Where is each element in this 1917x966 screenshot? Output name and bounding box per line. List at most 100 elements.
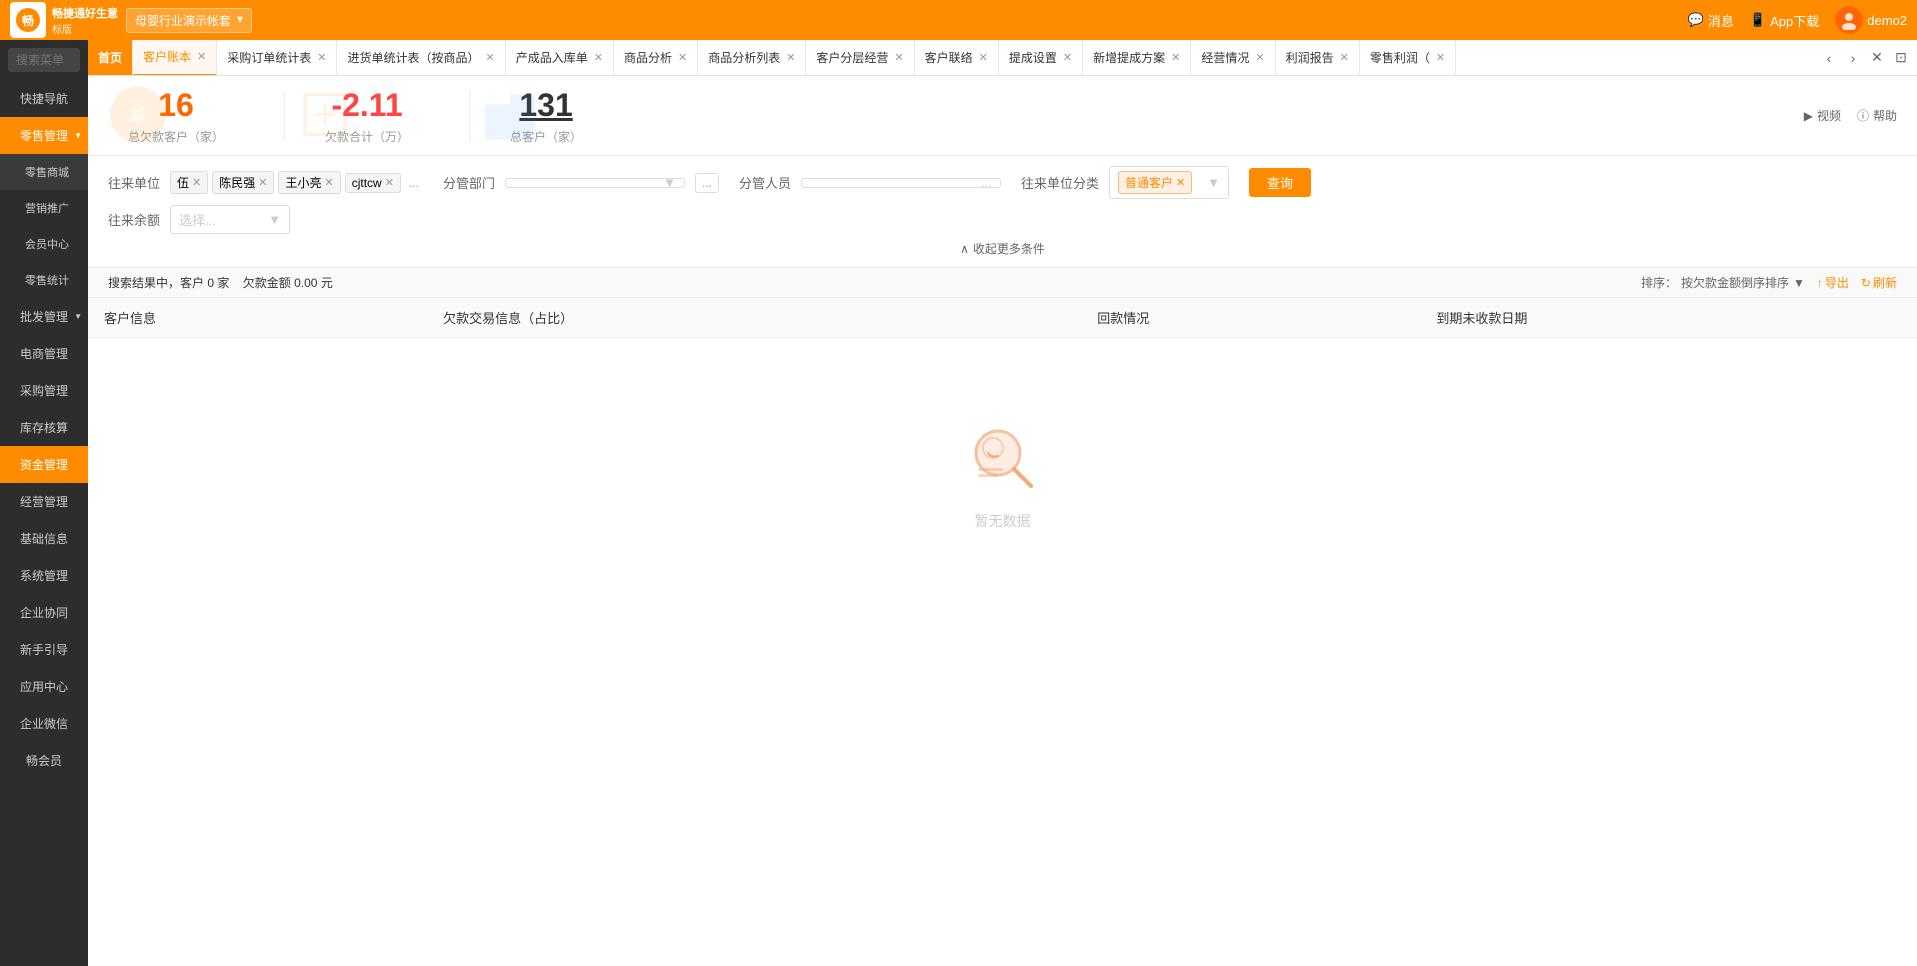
col-customer-info: 客户信息 (88, 298, 427, 338)
tab-expand[interactable]: ⊡ (1891, 48, 1911, 68)
tab-close-product-inbound[interactable]: ✕ (594, 51, 603, 64)
search-input[interactable] (8, 48, 80, 72)
logo-text: 畅捷通好生意 标版 (52, 5, 118, 36)
tab-operations[interactable]: 经营情况 ✕ (1191, 40, 1275, 76)
sidebar-item-inventory[interactable]: 库存核算 (0, 409, 88, 446)
person-input[interactable]: ... (801, 178, 1001, 188)
tab-customer-account[interactable]: 客户账本 ✕ (133, 40, 217, 76)
empty-state: 暂无数据 (88, 338, 1917, 611)
dept-more-btn[interactable]: ... (695, 173, 719, 193)
sidebar-item-marketing[interactable]: 营销推广 (0, 190, 88, 226)
sidebar-item-basic-info[interactable]: 基础信息 (0, 520, 88, 557)
sidebar-item-quick-nav[interactable]: 快捷导航 (0, 80, 88, 117)
remove-tag-chen[interactable]: ✕ (258, 176, 267, 189)
balance-input[interactable]: 选择... ▼ (170, 205, 290, 234)
tab-close-reminder-settings[interactable]: ✕ (1063, 51, 1072, 64)
tab-close-product-analysis-list[interactable]: ✕ (786, 51, 795, 64)
tab-inbound-stats[interactable]: 进货单统计表（按商品） ✕ (337, 40, 505, 76)
col-overdue-date: 到期未收款日期 (1420, 298, 1917, 338)
messages-btn[interactable]: 💬 消息 (1688, 11, 1734, 30)
sidebar-item-enterprise[interactable]: 企业协同 (0, 594, 88, 631)
tab-new-success[interactable]: 新增提成方案 ✕ (1083, 40, 1191, 76)
dept-input[interactable]: ▼ (505, 178, 685, 188)
tab-product-analysis[interactable]: 商品分析 ✕ (614, 40, 698, 76)
tab-close-purchase-order[interactable]: ✕ (317, 51, 326, 64)
sidebar-item-retail[interactable]: 零售管理 (0, 117, 88, 154)
sidebar-item-operations[interactable]: 经营管理 (0, 483, 88, 520)
sidebar-item-vip[interactable]: 畅会员 (0, 742, 88, 779)
sidebar: 快捷导航 零售管理 零售商城 营销推广 会员中心 零售统计 批发管理 电商管理 (0, 40, 88, 966)
search-result-bar: 搜索结果中，客户 0 家 欠款金额 0.00 元 排序： 按欠款金额倒序排序 ▼ (88, 268, 1917, 298)
table-area: 客户信息 欠款交易信息（占比） 回款情况 到期未收款日期 (88, 298, 1917, 966)
unit-label: 往来单位 (108, 173, 160, 192)
user-menu[interactable]: demo2 (1835, 6, 1907, 34)
stats-right: ▶ 视频 ⓘ 帮助 (1804, 107, 1897, 124)
tab-controls: ‹ › ✕ ⊡ (1813, 48, 1917, 68)
export-btn[interactable]: ↑ 导出 (1817, 274, 1849, 291)
tab-purchase-order[interactable]: 采购订单统计表 ✕ (217, 40, 337, 76)
tab-customer-tier[interactable]: 客户分层经营 ✕ (806, 40, 914, 76)
tab-profit-report[interactable]: 利润报告 ✕ (1276, 40, 1360, 76)
remove-category-tag[interactable]: ✕ (1176, 176, 1185, 189)
demo-selector[interactable]: 母婴行业演示帐套 ▼ (126, 8, 252, 33)
tab-close-customer-tier[interactable]: ✕ (894, 51, 903, 64)
filter-tag-cjttcw: cjttcw ✕ (345, 173, 401, 193)
tab-close-product-analysis[interactable]: ✕ (678, 51, 687, 64)
sidebar-item-retail-mall[interactable]: 零售商城 (0, 154, 88, 190)
tab-close-new-success[interactable]: ✕ (1171, 51, 1180, 64)
sidebar-item-new-guide[interactable]: 新手引导 (0, 631, 88, 668)
empty-text: 暂无数据 (975, 511, 1031, 531)
filter-tags: 伍 ✕ 陈民强 ✕ 王小亮 ✕ cjttcw ✕ (170, 171, 423, 194)
tab-close-customer-account[interactable]: ✕ (197, 50, 206, 63)
help-btn[interactable]: ⓘ 帮助 (1857, 107, 1897, 124)
sidebar-item-ecommerce[interactable]: 电商管理 (0, 335, 88, 372)
tab-customer-contact[interactable]: 客户联络 ✕ (915, 40, 999, 76)
logo: 畅 畅捷通好生意 标版 (10, 2, 118, 38)
video-btn[interactable]: ▶ 视频 (1804, 107, 1841, 124)
search-result-info: 搜索结果中，客户 0 家 欠款金额 0.00 元 (108, 274, 333, 291)
remove-tag-wang[interactable]: ✕ (325, 176, 334, 189)
tab-close-retail-profit[interactable]: ✕ (1436, 51, 1445, 64)
remove-tag-cjttcw[interactable]: ✕ (385, 176, 394, 189)
tab-close-operations[interactable]: ✕ (1255, 51, 1264, 64)
tab-reminder-settings[interactable]: 提成设置 ✕ (999, 40, 1083, 76)
collapse-btn[interactable]: ∧ 收起更多条件 (960, 240, 1045, 257)
query-button[interactable]: 查询 (1249, 168, 1311, 197)
export-icon: ↑ (1817, 276, 1823, 290)
balance-label: 往来余额 (108, 210, 160, 229)
refresh-btn[interactable]: ↻ 刷新 (1861, 274, 1897, 291)
sidebar-item-wechat[interactable]: 企业微信 (0, 705, 88, 742)
download-icon: 📱 (1750, 12, 1766, 28)
tab-close-all[interactable]: ✕ (1867, 48, 1887, 68)
collapse-icon: ∧ (960, 242, 969, 256)
remove-tag-wu[interactable]: ✕ (192, 176, 201, 189)
category-tag: 普通客户 ✕ (1118, 171, 1192, 194)
tab-retail-profit[interactable]: 零售利润（ ✕ (1360, 40, 1456, 76)
sidebar-search-wrap (0, 40, 88, 80)
tab-product-inbound[interactable]: 产成品入库单 ✕ (506, 40, 614, 76)
tab-close-customer-contact[interactable]: ✕ (979, 51, 988, 64)
filter-more-tags[interactable]: ... (405, 174, 423, 192)
sidebar-item-wholesale[interactable]: 批发管理 (0, 298, 88, 335)
tab-scroll-right[interactable]: › (1843, 48, 1863, 68)
tab-close-profit-report[interactable]: ✕ (1340, 51, 1349, 64)
tab-product-analysis-list[interactable]: 商品分析列表 ✕ (698, 40, 806, 76)
sidebar-item-app-center[interactable]: 应用中心 (0, 668, 88, 705)
category-input[interactable]: 普通客户 ✕ ▼ (1109, 166, 1229, 199)
svg-text:畅: 畅 (22, 13, 34, 28)
category-label: 往来单位分类 (1021, 173, 1099, 192)
sidebar-item-retail-stats[interactable]: 零售统计 (0, 262, 88, 298)
person-label: 分管人员 (739, 173, 791, 192)
app-download-btn[interactable]: 📱 App下载 (1750, 11, 1819, 30)
category-dropdown-icon: ▼ (1207, 175, 1220, 190)
sort-control[interactable]: 排序： 按欠款金额倒序排序 ▼ (1641, 274, 1805, 291)
help-icon: ⓘ (1857, 107, 1869, 124)
tab-home[interactable]: 首页 (88, 40, 133, 76)
sidebar-item-finance[interactable]: 资金管理 (0, 446, 88, 483)
tab-scroll-left[interactable]: ‹ (1819, 48, 1839, 68)
sidebar-item-system[interactable]: 系统管理 (0, 557, 88, 594)
sidebar-item-purchase[interactable]: 采购管理 (0, 372, 88, 409)
col-debt-info: 欠款交易信息（占比） (427, 298, 1081, 338)
tab-close-inbound-stats[interactable]: ✕ (486, 51, 495, 64)
sidebar-item-member[interactable]: 会员中心 (0, 226, 88, 262)
